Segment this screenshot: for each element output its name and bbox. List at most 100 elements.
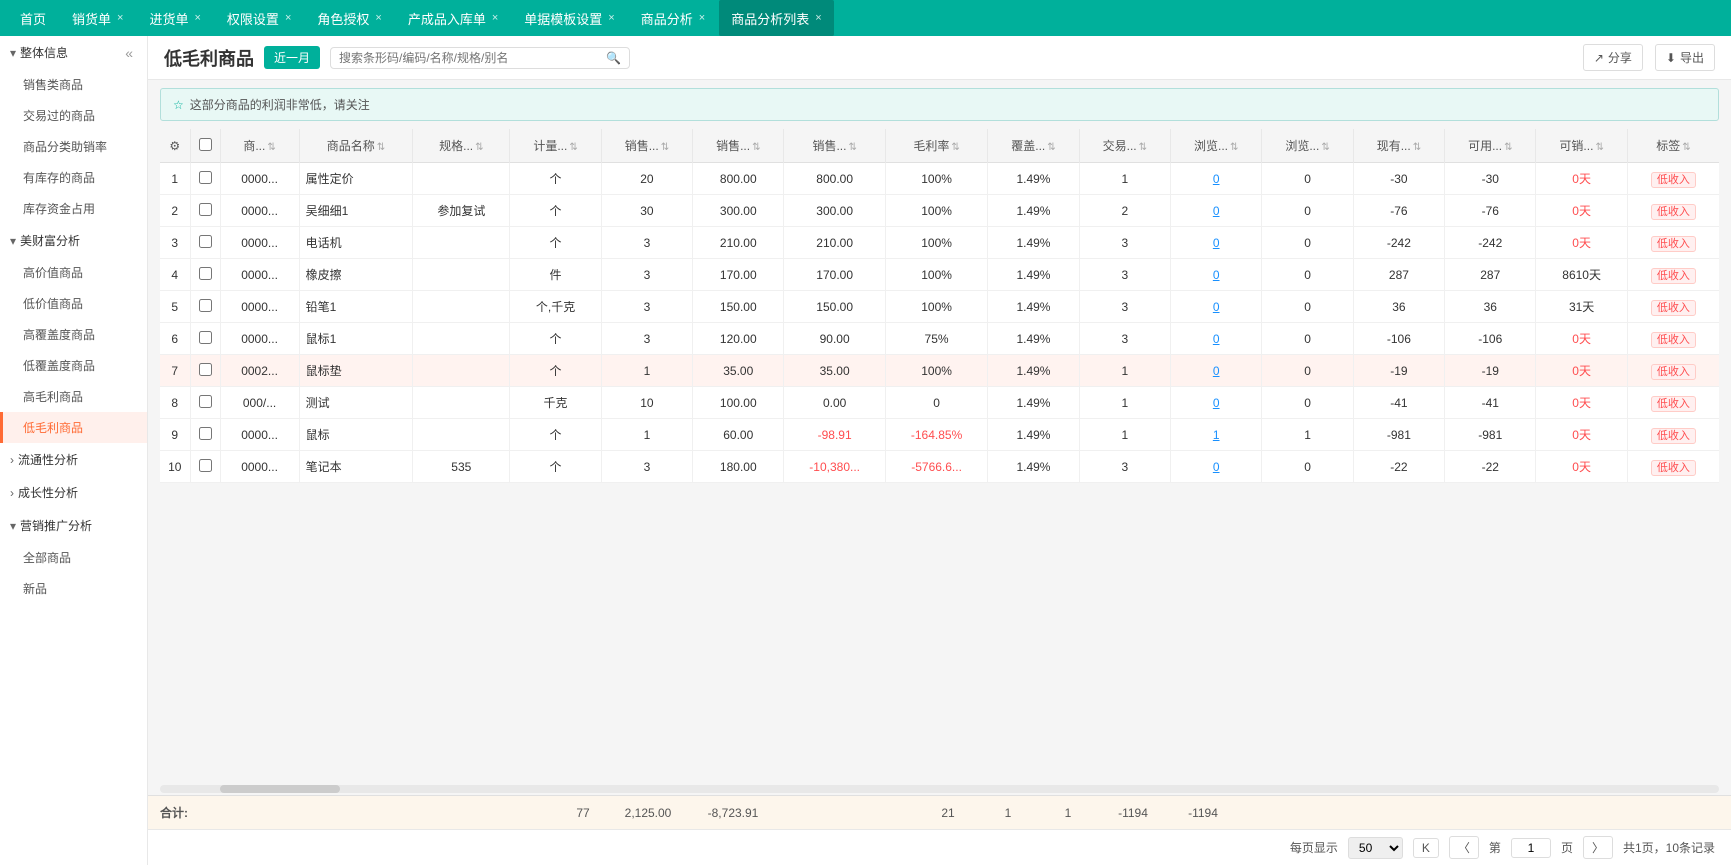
row-checkbox[interactable]: [190, 227, 220, 259]
first-page-button[interactable]: K: [1413, 838, 1439, 858]
sidebar-group-value[interactable]: ▾ 美财富分析: [0, 224, 147, 257]
row-checkbox[interactable]: [190, 323, 220, 355]
sidebar-item-category-rate[interactable]: 商品分类助销率: [0, 131, 147, 162]
row-select-checkbox[interactable]: [199, 299, 212, 312]
nav-product-analysis[interactable]: 商品分析 ×: [629, 0, 717, 36]
row-browse1[interactable]: 0: [1171, 163, 1262, 195]
sidebar-item-low-coverage[interactable]: 低覆盖度商品: [0, 350, 147, 381]
nav-sales-order[interactable]: 销货单 ×: [60, 0, 135, 36]
row-name: 测试: [299, 387, 413, 419]
th-gross-rate[interactable]: 毛利率⇅: [885, 129, 987, 163]
row-checkbox[interactable]: [190, 419, 220, 451]
row-checkbox[interactable]: [190, 163, 220, 195]
nav-purchase-order[interactable]: 进货单 ×: [137, 0, 212, 36]
row-checkbox[interactable]: [190, 451, 220, 483]
nav-template[interactable]: 单据模板设置 ×: [512, 0, 626, 36]
export-button[interactable]: ⬇ 导出: [1655, 44, 1715, 71]
row-browse1[interactable]: 0: [1171, 259, 1262, 291]
th-sales-amt[interactable]: 销售...⇅: [693, 129, 784, 163]
nav-product-analysis-list[interactable]: 商品分析列表 ×: [719, 0, 833, 36]
nav-role-auth[interactable]: 角色授权 ×: [305, 0, 393, 36]
sidebar-item-sales-products[interactable]: 销售类商品: [0, 69, 147, 100]
sidebar-item-stock-capital[interactable]: 库存资金占用: [0, 193, 147, 224]
sidebar-item-traded-products[interactable]: 交易过的商品: [0, 100, 147, 131]
th-sellable[interactable]: 可销...⇅: [1536, 129, 1627, 163]
page-summary: 共1页，10条记录: [1623, 839, 1715, 856]
share-button[interactable]: ↗ 分享: [1583, 44, 1643, 71]
search-icon[interactable]: 🔍: [606, 51, 621, 65]
row-browse1[interactable]: 0: [1171, 451, 1262, 483]
sidebar-group-growth[interactable]: › 成长性分析: [0, 476, 147, 509]
close-icon[interactable]: ×: [194, 12, 200, 24]
row-select-checkbox[interactable]: [199, 203, 212, 216]
th-tag[interactable]: 标签⇅: [1627, 129, 1719, 163]
row-select-checkbox[interactable]: [199, 331, 212, 344]
row-checkbox[interactable]: [190, 291, 220, 323]
sidebar-group-marketing[interactable]: ▾ 营销推广分析: [0, 509, 147, 542]
sidebar-item-low-margin[interactable]: 低毛利商品: [0, 412, 147, 443]
th-name[interactable]: 商品名称⇅: [299, 129, 413, 163]
sidebar-item-high-margin[interactable]: 高毛利商品: [0, 381, 147, 412]
close-icon[interactable]: ×: [117, 12, 123, 24]
row-browse1[interactable]: 0: [1171, 291, 1262, 323]
row-browse1[interactable]: 1: [1171, 419, 1262, 451]
row-checkbox[interactable]: [190, 387, 220, 419]
sidebar-item-stock-products[interactable]: 有库存的商品: [0, 162, 147, 193]
sidebar-item-new-products[interactable]: 新品: [0, 573, 147, 604]
sidebar-item-all-products[interactable]: 全部商品: [0, 542, 147, 573]
th-settings[interactable]: ⚙: [160, 129, 190, 163]
row-checkbox[interactable]: [190, 259, 220, 291]
row-select-checkbox[interactable]: [199, 427, 212, 440]
row-browse1[interactable]: 0: [1171, 323, 1262, 355]
row-browse1[interactable]: 0: [1171, 227, 1262, 259]
page-input[interactable]: [1511, 838, 1551, 858]
th-unit[interactable]: 计量...⇅: [510, 129, 601, 163]
sidebar-item-high-value[interactable]: 高价值商品: [0, 257, 147, 288]
close-icon[interactable]: ×: [815, 12, 821, 24]
scroll-thumb[interactable]: [220, 785, 340, 793]
horizontal-scrollbar[interactable]: [160, 785, 1719, 793]
prev-page-button[interactable]: 〈: [1449, 836, 1479, 859]
row-browse1[interactable]: 0: [1171, 195, 1262, 227]
close-icon[interactable]: ×: [492, 12, 498, 24]
close-icon[interactable]: ×: [285, 12, 291, 24]
th-sales-qty[interactable]: 销售...⇅: [601, 129, 692, 163]
per-page-select[interactable]: 50 20 100: [1348, 837, 1403, 859]
row-select-checkbox[interactable]: [199, 395, 212, 408]
row-select-checkbox[interactable]: [199, 363, 212, 376]
th-coverage[interactable]: 覆盖...⇅: [988, 129, 1079, 163]
close-icon[interactable]: ×: [699, 12, 705, 24]
sidebar-item-low-value[interactable]: 低价值商品: [0, 288, 147, 319]
nav-home[interactable]: 首页: [8, 0, 58, 36]
period-button[interactable]: 近一月: [264, 46, 320, 69]
sidebar-item-high-coverage[interactable]: 高覆盖度商品: [0, 319, 147, 350]
th-browse2[interactable]: 浏览...⇅: [1262, 129, 1353, 163]
row-select-checkbox[interactable]: [199, 235, 212, 248]
close-icon[interactable]: ×: [608, 12, 614, 24]
th-current-stock[interactable]: 现有...⇅: [1353, 129, 1444, 163]
close-icon[interactable]: ×: [375, 12, 381, 24]
th-code[interactable]: 商...⇅: [220, 129, 299, 163]
row-select-checkbox[interactable]: [199, 459, 212, 472]
row-select-checkbox[interactable]: [199, 267, 212, 280]
th-browse1[interactable]: 浏览...⇅: [1171, 129, 1262, 163]
row-browse1[interactable]: 0: [1171, 355, 1262, 387]
row-checkbox[interactable]: [190, 195, 220, 227]
th-available[interactable]: 可用...⇅: [1445, 129, 1536, 163]
next-page-button[interactable]: 〉: [1583, 836, 1613, 859]
row-browse2: 0: [1262, 259, 1353, 291]
sidebar-group-liquidity[interactable]: › 流通性分析: [0, 443, 147, 476]
collapse-icon[interactable]: «: [121, 45, 137, 61]
row-checkbox[interactable]: [190, 355, 220, 387]
nav-product-in[interactable]: 产成品入库单 ×: [396, 0, 510, 36]
search-input[interactable]: [339, 51, 606, 65]
settings-icon[interactable]: ⚙: [169, 139, 180, 153]
row-browse1[interactable]: 0: [1171, 387, 1262, 419]
row-select-checkbox[interactable]: [199, 171, 212, 184]
sidebar-group-overall[interactable]: ▾ 整体信息 «: [0, 36, 147, 69]
th-trade-count[interactable]: 交易...⇅: [1079, 129, 1170, 163]
select-all-checkbox[interactable]: [199, 138, 212, 151]
th-spec[interactable]: 规格...⇅: [413, 129, 510, 163]
nav-permission[interactable]: 权限设置 ×: [215, 0, 303, 36]
th-sales-profit[interactable]: 销售...⇅: [784, 129, 885, 163]
